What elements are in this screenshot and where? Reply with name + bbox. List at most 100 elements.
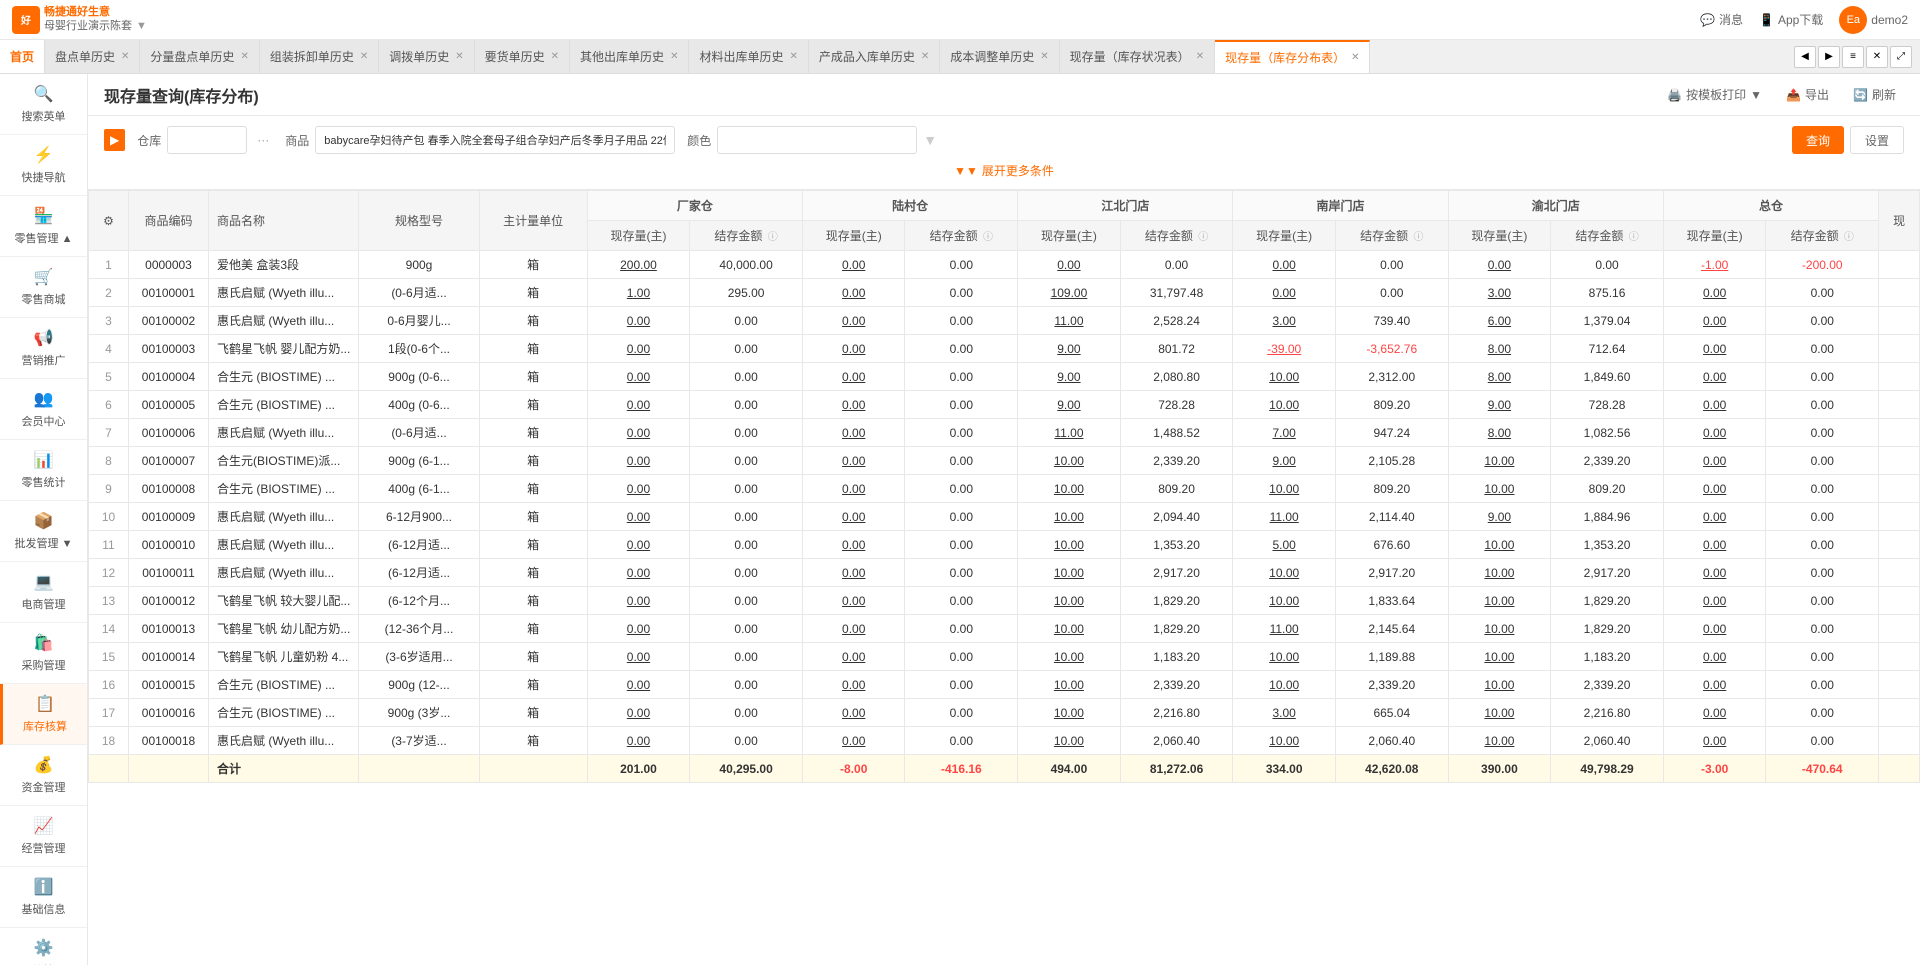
user-info[interactable]: Ea demo2 xyxy=(1839,6,1908,34)
sidebar-item-system[interactable]: ⚙️ 系统管理 xyxy=(0,928,87,965)
sidebar-item-finance[interactable]: 💰 资金管理 xyxy=(0,745,87,806)
row-unit: 箱 xyxy=(479,615,587,643)
tab-close-pandian[interactable]: ✕ xyxy=(121,51,129,62)
sidebar: 🔍 搜索英单 ⚡ 快捷导航 🏪 零售管理 ▲ 🛒 零售商城 📢 营销推广 👥 xyxy=(0,74,88,965)
row-index: 18 xyxy=(89,727,129,755)
jiangbei-amt-info[interactable]: ⓘ xyxy=(1198,232,1208,243)
tab-cailiaochu[interactable]: 材料出库单历史 ✕ xyxy=(689,40,808,74)
th-settings[interactable]: ⚙ xyxy=(89,191,129,251)
tab-xiancunfenbu[interactable]: 现存量（库存分布表） ✕ xyxy=(1215,40,1370,74)
sidebar-item-inventory[interactable]: 📋 库存核算 xyxy=(0,684,87,745)
factory-amt-info[interactable]: ⓘ xyxy=(768,232,778,243)
row-unit: 箱 xyxy=(479,727,587,755)
row-name: 飞鹤星飞帆 婴儿配方奶... xyxy=(209,335,359,363)
th-name: 商品名称 xyxy=(209,191,359,251)
filter-expand-arrow[interactable]: ▶ xyxy=(104,129,125,151)
tab-close-yaohuo[interactable]: ✕ xyxy=(551,51,559,62)
tab-close-xiancunzhuangtai[interactable]: ✕ xyxy=(1196,51,1204,62)
sidebar-item-quicknav[interactable]: ⚡ 快捷导航 xyxy=(0,135,87,196)
sidebar-item-member[interactable]: 👥 会员中心 xyxy=(0,379,87,440)
lucun-amt-info[interactable]: ⓘ xyxy=(983,232,993,243)
tab-close-chancheng[interactable]: ✕ xyxy=(921,51,929,62)
filter-warehouse: 仓库 ··· xyxy=(137,126,273,154)
tab-close-fenpandian[interactable]: ✕ xyxy=(240,51,248,62)
sidebar-item-wholesale[interactable]: 📦 批发管理 ▼ xyxy=(0,501,87,562)
row-unit: 箱 xyxy=(479,643,587,671)
marketing-icon: 📢 xyxy=(34,328,54,348)
sidebar-item-purchase[interactable]: 🛍️ 采购管理 xyxy=(0,623,87,684)
sidebar-item-search[interactable]: 🔍 搜索英单 xyxy=(0,74,87,135)
table-row: 1 0000003 爱他美 盒装3段 900g 箱 200.00 40,000.… xyxy=(89,251,1920,279)
tab-close-zuhe[interactable]: ✕ xyxy=(360,51,368,62)
message-icon: 💬 xyxy=(1700,13,1715,27)
row-code: 00100007 xyxy=(129,447,209,475)
top-bar-left: 好 畅捷通好生意 母婴行业演示陈套 ▼ xyxy=(12,6,147,34)
tab-chancheng[interactable]: 产成品入库单历史 ✕ xyxy=(809,40,940,74)
refresh-icon: 🔄 xyxy=(1853,88,1868,102)
row-unit: 箱 xyxy=(479,391,587,419)
tab-nav-close[interactable]: ✕ xyxy=(1866,46,1888,68)
tab-close-cailiaochu[interactable]: ✕ xyxy=(789,51,797,62)
sidebar-item-retailstat[interactable]: 📊 零售统计 xyxy=(0,440,87,501)
sidebar-item-marketing[interactable]: 📢 营销推广 xyxy=(0,318,87,379)
th-factory: 厂家仓 xyxy=(587,191,802,221)
warehouse-input[interactable] xyxy=(167,126,247,154)
tab-chengben[interactable]: 成本调整单历史 ✕ xyxy=(940,40,1059,74)
filter-row-main: ▶ 仓库 ··· 商品 颜色 ▼ xyxy=(104,126,1904,154)
total-row: 合计 201.00 40,295.00 -8.00 -416.16 494.00… xyxy=(89,755,1920,783)
tab-diaopo[interactable]: 调拨单历史 ✕ xyxy=(379,40,474,74)
th-factory-amt: 结存金额 ⓘ xyxy=(690,221,803,251)
print-btn[interactable]: 🖨️ 按模板打印 ▼ xyxy=(1659,82,1770,107)
color-input[interactable] xyxy=(717,126,917,154)
tab-xiancunzhuangtai[interactable]: 现存量（库存状况表） ✕ xyxy=(1060,40,1215,74)
table-row: 11 00100010 惠氏启赋 (Wyeth illu... (6-12月适.… xyxy=(89,531,1920,559)
table-row: 3 00100002 惠氏启赋 (Wyeth illu... 0-6月婴儿...… xyxy=(89,307,1920,335)
sidebar-item-retail[interactable]: 🏪 零售管理 ▲ xyxy=(0,196,87,257)
sidebar-item-operations[interactable]: 📈 经营管理 xyxy=(0,806,87,867)
row-spec: 6-12月900... xyxy=(359,503,479,531)
filter-product: 商品 xyxy=(285,126,675,154)
color-label: 颜色 xyxy=(687,132,711,149)
product-input[interactable] xyxy=(315,126,675,154)
tab-pandian[interactable]: 盘点单历史 ✕ xyxy=(45,40,140,74)
tab-home[interactable]: 首页 xyxy=(0,40,45,74)
tab-close-xiancunfenbu[interactable]: ✕ xyxy=(1351,52,1359,63)
table-row: 15 00100014 飞鹤星飞帆 儿童奶粉 4... (3-6岁适用... 箱… xyxy=(89,643,1920,671)
row-spec: (6-12个月... xyxy=(359,587,479,615)
app-download-btn[interactable]: 📱 App下载 xyxy=(1759,11,1823,28)
row-spec: 900g (12-... xyxy=(359,671,479,699)
warehouse-dots-btn[interactable]: ··· xyxy=(253,133,273,147)
tab-yaohuo[interactable]: 要货单历史 ✕ xyxy=(475,40,570,74)
tab-bar: 首页 盘点单历史 ✕ 分量盘点单历史 ✕ 组装拆卸单历史 ✕ 调拨单历史 ✕ 要… xyxy=(0,40,1920,74)
tab-nav-menu[interactable]: ≡ xyxy=(1842,46,1864,68)
tab-fenpandian[interactable]: 分量盘点单历史 ✕ xyxy=(140,40,259,74)
tab-close-chengben[interactable]: ✕ xyxy=(1040,51,1048,62)
tab-close-qitachu[interactable]: ✕ xyxy=(670,51,678,62)
tab-nav-prev[interactable]: ◀ xyxy=(1794,46,1816,68)
export-icon: 📤 xyxy=(1786,88,1801,102)
table-container[interactable]: ⚙ 商品编码 商品名称 规格型号 主计量单位 厂家仓 陆村仓 江北门店 南岸门店… xyxy=(88,190,1920,965)
nanan-amt-info[interactable]: ⓘ xyxy=(1413,232,1423,243)
tab-nav-expand[interactable]: ⤢ xyxy=(1890,46,1912,68)
sidebar-item-ecommerce[interactable]: 💻 电商管理 xyxy=(0,562,87,623)
th-jiangbei-qty: 现存量(主) xyxy=(1018,221,1120,251)
tab-close-diaopo[interactable]: ✕ xyxy=(455,51,463,62)
row-code: 00100004 xyxy=(129,363,209,391)
page-title: 现存量查询(库存分布) xyxy=(104,83,259,107)
tab-zuhe[interactable]: 组装拆卸单历史 ✕ xyxy=(260,40,379,74)
total-amt-info[interactable]: ⓘ xyxy=(1844,232,1854,243)
row-index: 2 xyxy=(89,279,129,307)
content-area: 现存量查询(库存分布) 🖨️ 按模板打印 ▼ 📤 导出 🔄 刷新 xyxy=(88,74,1920,965)
yubei-amt-info[interactable]: ⓘ xyxy=(1629,232,1639,243)
expand-conditions-btn[interactable]: ▼▼ 展开更多条件 xyxy=(954,162,1054,179)
export-btn[interactable]: 📤 导出 xyxy=(1778,82,1837,107)
search-btn[interactable]: 查询 xyxy=(1792,126,1844,154)
row-index: 17 xyxy=(89,699,129,727)
refresh-btn[interactable]: 🔄 刷新 xyxy=(1845,82,1904,107)
messages-btn[interactable]: 💬 消息 xyxy=(1700,11,1743,28)
sidebar-item-mall[interactable]: 🛒 零售商城 xyxy=(0,257,87,318)
tab-qitachu[interactable]: 其他出库单历史 ✕ xyxy=(570,40,689,74)
tab-nav-next[interactable]: ▶ xyxy=(1818,46,1840,68)
sidebar-item-baseinfo[interactable]: ℹ️ 基础信息 xyxy=(0,867,87,928)
setting-btn[interactable]: 设置 xyxy=(1850,126,1904,154)
